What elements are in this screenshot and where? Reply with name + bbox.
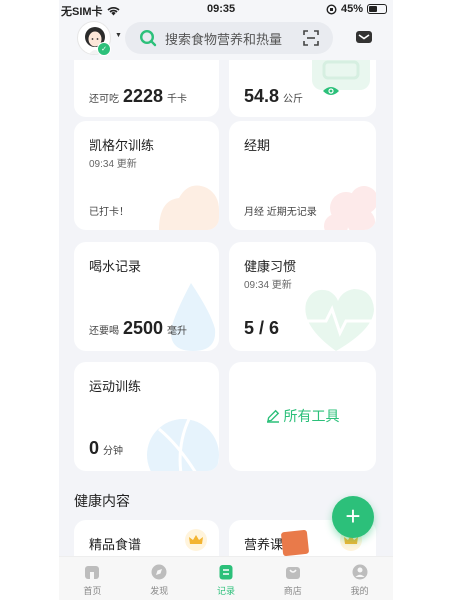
tab-home[interactable]: 首页: [59, 557, 126, 600]
period-card[interactable]: 经期 月经 近期无记录: [229, 121, 376, 230]
store-icon: [285, 567, 300, 579]
water-record-card[interactable]: 喝水记录 还要喝 2500 毫升: [74, 242, 219, 351]
weight-value: 54.8: [244, 86, 280, 106]
all-tools-label: 所有工具: [283, 408, 340, 424]
profile-icon: [352, 564, 368, 580]
tab-home-label: 首页: [83, 586, 102, 596]
calories-value: 2228: [123, 86, 164, 106]
calories-unit: 千卡: [167, 94, 188, 105]
water-value: 2500: [123, 318, 164, 338]
habits-progress: 5 / 6: [244, 318, 280, 338]
tab-profile[interactable]: 我的: [326, 557, 393, 600]
battery-icon: [367, 4, 387, 14]
chevron-down-icon[interactable]: ▼: [115, 32, 122, 39]
search-bar[interactable]: 搜索食物营养和热量: [125, 22, 333, 54]
habits-title: 健康习惯: [244, 259, 297, 274]
habits-updated-time: 09:34 更新: [244, 280, 292, 291]
status-bar: 无SIM卡 09:35 45%: [59, 0, 393, 18]
water-drop-illustration-icon: [170, 283, 216, 351]
eye-icon[interactable]: [322, 85, 340, 97]
home-icon: [85, 566, 100, 579]
water-prefix: 还要喝: [89, 326, 119, 337]
battery-percent: 45%: [340, 3, 363, 15]
tab-store[interactable]: 商店: [259, 557, 326, 600]
heart-pulse-illustration-icon: [304, 289, 374, 351]
scan-icon[interactable]: [303, 30, 319, 46]
clock: 09:35: [207, 3, 236, 15]
carrier-label: 无SIM卡: [61, 6, 103, 18]
kegel-status: 已打卡！: [89, 207, 129, 218]
tab-discover[interactable]: 发现: [126, 557, 193, 600]
message-icon[interactable]: [355, 29, 373, 45]
weight-card[interactable]: 54.8 公斤: [229, 60, 376, 117]
tab-store-label: 商店: [283, 586, 302, 596]
weight-unit: 公斤: [283, 94, 304, 105]
health-content-title: 健康内容: [74, 493, 130, 509]
record-icon: [219, 565, 233, 580]
flower-illustration-icon: [324, 186, 376, 230]
exercise-training-card[interactable]: 运动训练 0 分钟: [74, 362, 219, 471]
calories-card[interactable]: 还可吃 2228 千卡: [74, 60, 219, 117]
scale-illustration-icon: [312, 60, 370, 90]
kegel-title: 凯格尔训练: [89, 138, 155, 153]
ball-illustration-icon: [147, 418, 219, 471]
exercise-unit: 分钟: [103, 446, 124, 457]
promo-sticker-icon: [280, 529, 310, 557]
pencil-icon: [266, 409, 279, 423]
kegel-updated-time: 09:34 更新: [89, 159, 137, 170]
tab-profile-label: 我的: [350, 586, 369, 596]
water-unit: 毫升: [167, 326, 188, 337]
search-placeholder: 搜索食物营养和热量: [165, 31, 283, 47]
calories-prefix: 还可吃: [89, 94, 119, 105]
period-title: 经期: [244, 138, 271, 153]
kegel-training-card[interactable]: 凯格尔训练 09:34 更新 已打卡！: [74, 121, 219, 230]
top-header: ✓ ▼ 搜索食物营养和热量: [59, 18, 393, 60]
discover-icon: [151, 564, 167, 580]
bottom-tab-bar: 首页 发现 记录 商店 我的: [59, 556, 393, 600]
add-record-button[interactable]: +: [332, 496, 374, 538]
recipes-title: 精品食谱: [89, 537, 142, 552]
app-screen: 无SIM卡 09:35 45% ✓ ▼ 搜索食物营养和热量 还可吃 2228 千…: [59, 0, 393, 600]
exercise-value: 0: [89, 438, 100, 458]
all-tools-card[interactable]: 所有工具: [229, 362, 376, 471]
orientation-lock-icon: [326, 3, 337, 15]
exercise-title: 运动训练: [89, 379, 142, 394]
search-icon: [139, 29, 157, 47]
muscle-illustration-icon: [159, 185, 219, 230]
water-title: 喝水记录: [89, 259, 142, 274]
health-habits-card[interactable]: 健康习惯 09:34 更新 5 / 6: [229, 242, 376, 351]
wifi-icon: [107, 7, 120, 16]
tab-record[interactable]: 记录: [193, 557, 260, 600]
period-status: 月经 近期无记录: [244, 207, 317, 218]
tab-discover-label: 发现: [150, 586, 169, 596]
vip-badge-icon: ✓: [97, 42, 111, 56]
nutrition-course-title: 营养课: [244, 537, 284, 552]
crown-icon: [185, 529, 207, 551]
tab-record-label: 记录: [216, 586, 235, 596]
